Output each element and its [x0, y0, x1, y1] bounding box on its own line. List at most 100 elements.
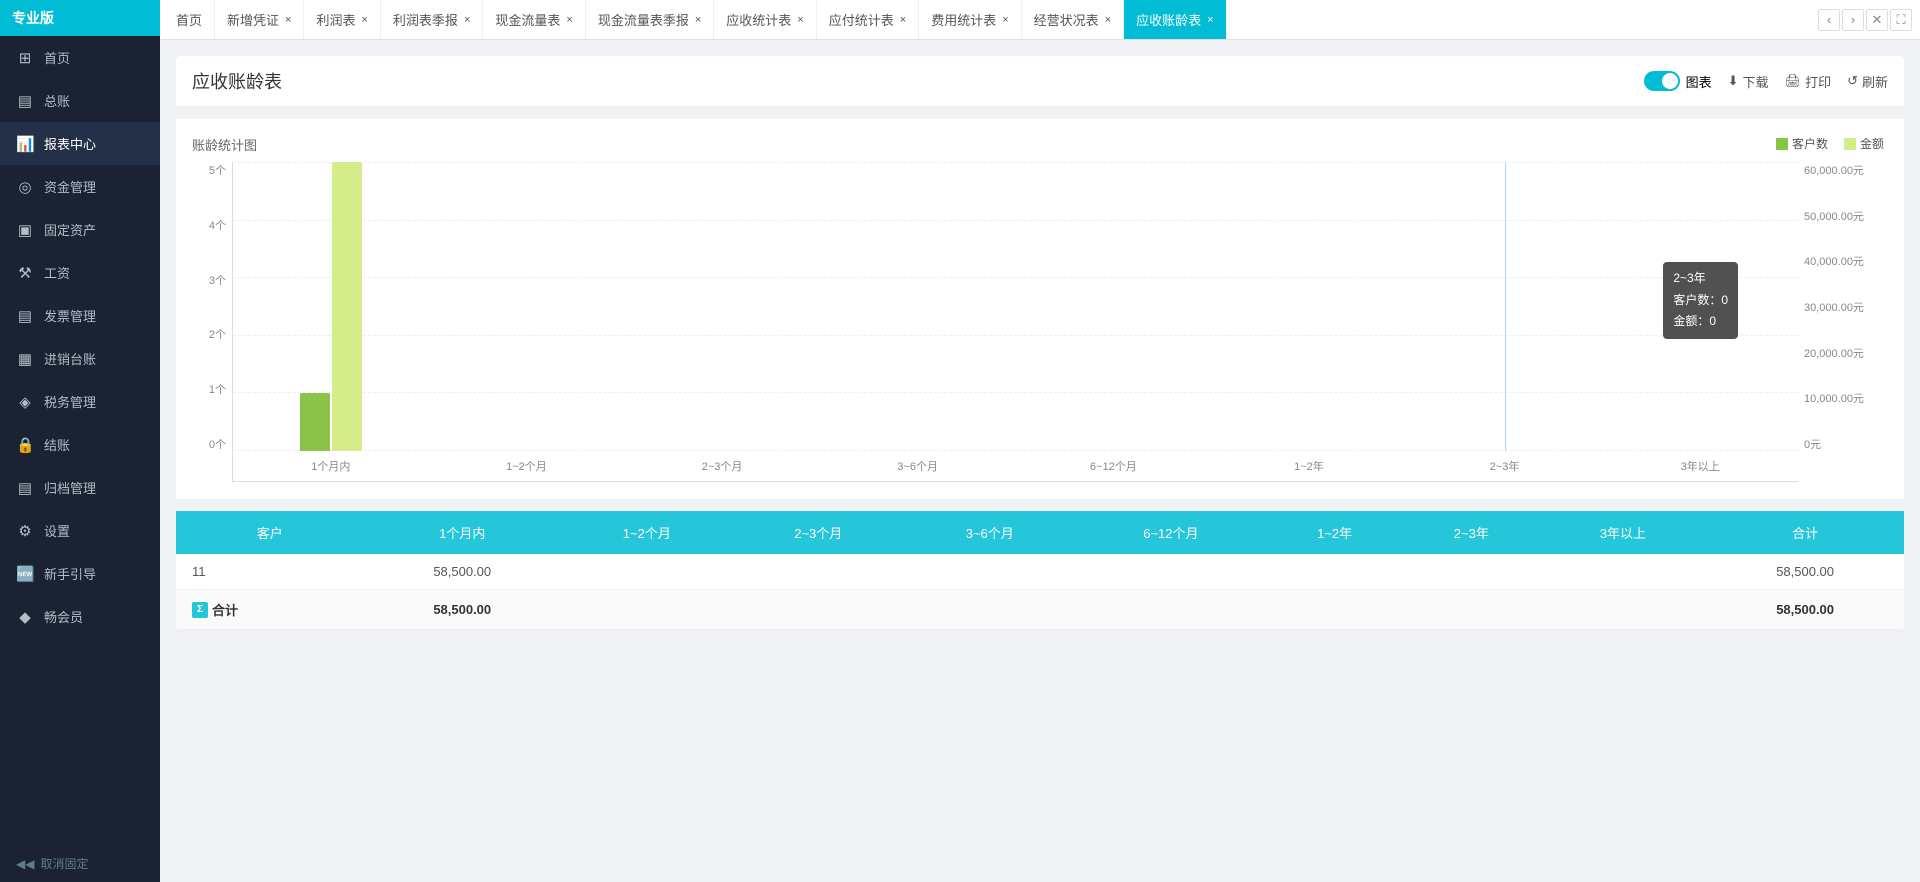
tab-receivable-stat[interactable]: 应收统计表 ×	[714, 0, 816, 39]
tab-expand-button[interactable]: ⛶	[1890, 9, 1912, 31]
tab-profit[interactable]: 利润表 ×	[304, 0, 380, 39]
th-total: 合计	[1706, 511, 1904, 554]
payroll-icon: ⚒	[16, 264, 34, 282]
tax-icon: ◈	[16, 393, 34, 411]
td-total-m3-6	[904, 590, 1075, 630]
tab-cashflow-quarter-close[interactable]: ×	[695, 14, 701, 26]
aging-table: 客户 1个月内 1~2个月 2~3个月 3~6个月 6~12个月 1~2年 2~…	[176, 511, 1904, 630]
th-customer: 客户	[176, 511, 363, 554]
sidebar-item-label: 固定资产	[44, 220, 96, 239]
home-icon: ⊞	[16, 49, 34, 67]
tab-cashflow-close[interactable]: ×	[566, 14, 572, 26]
download-icon: ⬇	[1728, 73, 1739, 89]
tab-business-stat[interactable]: 经营状况表 ×	[1022, 0, 1124, 39]
tab-home[interactable]: 首页	[164, 0, 215, 39]
x-label-6: 2~3年	[1407, 451, 1603, 481]
legend-amount-dot	[1844, 138, 1856, 150]
sidebar-item-guide[interactable]: 🆕 新手引导	[0, 552, 160, 595]
tab-payable-stat-close[interactable]: ×	[900, 14, 906, 26]
sidebar-item-label: 工资	[44, 263, 70, 282]
sidebar-item-invoice[interactable]: ▤ 发票管理	[0, 294, 160, 337]
tab-ar-aging[interactable]: 应收账龄表 ×	[1124, 0, 1226, 39]
td-total-y1-2	[1266, 590, 1403, 630]
td-total: 58,500.00	[1706, 554, 1904, 590]
sidebar-item-closing[interactable]: 🔒 结账	[0, 423, 160, 466]
chart-area: 账龄统计图 客户数 金额 5个 4个 3个 2个 1个	[176, 119, 1904, 499]
sidebar-item-home[interactable]: ⊞ 首页	[0, 36, 160, 79]
chart-legend: 客户数 金额	[1776, 135, 1884, 152]
td-total-total: 58,500.00	[1706, 590, 1904, 630]
td-total-y3plus	[1540, 590, 1707, 630]
th-m1-2: 1~2个月	[561, 511, 732, 554]
th-m2-3: 2~3个月	[733, 511, 904, 554]
page-title: 应收账龄表	[192, 68, 282, 94]
sidebar-item-label: 结账	[44, 435, 70, 454]
sidebar-item-settings[interactable]: ⚙ 设置	[0, 509, 160, 552]
td-total-y2-3	[1403, 590, 1540, 630]
tab-profit-quarter[interactable]: 利润表季报 ×	[381, 0, 483, 39]
bar-group-1	[429, 162, 625, 451]
tab-cashflow-quarter[interactable]: 现金流量表季报 ×	[586, 0, 714, 39]
chart-inner: 1个月内1~2个月2~3个月3~6个月6~12个月1~2年2~3年3年以上 2~…	[232, 162, 1798, 482]
td-m6-12	[1075, 554, 1266, 590]
toggle-track[interactable]	[1644, 71, 1680, 91]
sidebar-item-label: 总账	[44, 91, 70, 110]
tab-voucher[interactable]: 新增凭证 ×	[215, 0, 304, 39]
tab-expense-stat-close[interactable]: ×	[1002, 14, 1008, 26]
invoice-icon: ▤	[16, 307, 34, 325]
tab-cashflow-label: 现金流量表	[495, 10, 560, 29]
funds-icon: ◎	[16, 178, 34, 196]
settings-icon: ⚙	[16, 522, 34, 540]
tab-profit-quarter-close[interactable]: ×	[464, 14, 470, 26]
unpin-button[interactable]: ◀◀ 取消固定	[0, 845, 160, 882]
download-button[interactable]: ⬇ 下载	[1728, 72, 1769, 91]
td-customer: 11	[176, 554, 363, 590]
tab-payable-stat[interactable]: 应付统计表 ×	[817, 0, 919, 39]
td-y2-3	[1403, 554, 1540, 590]
main-area: 首页 新增凭证 × 利润表 × 利润表季报 × 现金流量表 × 现金流量表季报 …	[160, 0, 1920, 882]
header-actions: 图表 ⬇ 下载 🖨 打印 ↺ 刷新	[1644, 71, 1888, 91]
sidebar-item-reports[interactable]: 📊 报表中心	[0, 122, 160, 165]
sidebar-item-tax[interactable]: ◈ 税务管理	[0, 380, 160, 423]
tab-expense-stat-label: 费用统计表	[931, 10, 996, 29]
tab-close-all-button[interactable]: ✕	[1866, 9, 1888, 31]
sidebar-item-payroll[interactable]: ⚒ 工资	[0, 251, 160, 294]
sidebar-item-funds[interactable]: ◎ 资金管理	[0, 165, 160, 208]
th-m1: 1个月内	[363, 511, 561, 554]
sidebar-item-member[interactable]: ◆ 畅会员	[0, 595, 160, 638]
tab-next-button[interactable]: ›	[1842, 9, 1864, 31]
tab-cashflow[interactable]: 现金流量表 ×	[483, 0, 585, 39]
tab-expense-stat[interactable]: 费用统计表 ×	[919, 0, 1021, 39]
x-label-7: 3年以上	[1602, 451, 1798, 481]
tabbar: 首页 新增凭证 × 利润表 × 利润表季报 × 现金流量表 × 现金流量表季报 …	[160, 0, 1920, 40]
sidebar-item-archive[interactable]: ▤ 归档管理	[0, 466, 160, 509]
bar-amount-0	[332, 162, 362, 451]
tab-profit-close[interactable]: ×	[361, 14, 367, 26]
x-label-2: 2~3个月	[624, 451, 820, 481]
tab-prev-button[interactable]: ‹	[1818, 9, 1840, 31]
sidebar-item-inventory[interactable]: ▦ 进销台账	[0, 337, 160, 380]
chart-toggle[interactable]: 图表	[1644, 71, 1712, 91]
table-total-row: Σ 合计 58,500.00 58,500.00	[176, 590, 1904, 630]
unpin-icon: ◀◀	[16, 857, 34, 871]
sidebar-item-fixed-assets[interactable]: ▣ 固定资产	[0, 208, 160, 251]
table-row: 11 58,500.00 58,500.00	[176, 554, 1904, 590]
refresh-button[interactable]: ↺ 刷新	[1847, 72, 1888, 91]
sidebar-item-ledger[interactable]: ▤ 总账	[0, 79, 160, 122]
sidebar-item-label: 税务管理	[44, 392, 96, 411]
bar-customer-0	[300, 393, 330, 451]
td-y3plus	[1540, 554, 1707, 590]
sidebar-item-label: 归档管理	[44, 478, 96, 497]
tab-voucher-close[interactable]: ×	[285, 14, 291, 26]
legend-amount-label: 金额	[1860, 135, 1884, 152]
tab-receivable-stat-close[interactable]: ×	[797, 14, 803, 26]
tab-ar-aging-close[interactable]: ×	[1207, 14, 1213, 26]
tab-nav-buttons: ‹ › ✕ ⛶	[1814, 9, 1916, 31]
tab-ar-aging-label: 应收账龄表	[1136, 10, 1201, 29]
tab-profit-label: 利润表	[316, 10, 355, 29]
print-button[interactable]: 🖨 打印	[1785, 72, 1832, 91]
bar-group-6	[1407, 162, 1603, 451]
tab-business-stat-close[interactable]: ×	[1105, 14, 1111, 26]
td-total-m1-2	[561, 590, 732, 630]
bar-group-5	[1211, 162, 1407, 451]
